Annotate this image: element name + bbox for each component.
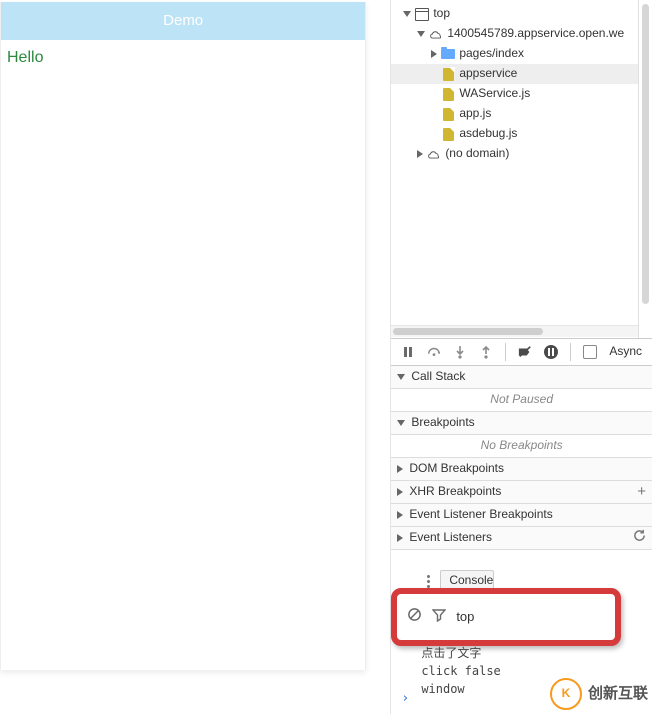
watermark-text: 创新互联	[588, 684, 648, 704]
deactivate-breakpoints-button[interactable]	[518, 345, 532, 359]
highlight-box: top	[391, 588, 621, 646]
separator	[505, 343, 506, 361]
watermark-logo: K	[550, 678, 582, 710]
vertical-scrollbar[interactable]	[638, 0, 652, 338]
refresh-icon[interactable]	[633, 529, 646, 547]
simulator-title: Demo	[163, 11, 203, 31]
drawer-tabbar: Console	[427, 570, 652, 590]
section-label: Breakpoints	[411, 415, 474, 431]
folder-icon	[441, 47, 455, 61]
watermark: K 创新互联	[550, 678, 648, 710]
async-checkbox[interactable]	[583, 345, 597, 359]
step-over-button[interactable]	[427, 345, 441, 359]
console-panel: Console top 点击了文字 click false window	[391, 550, 652, 714]
chevron-right-icon	[417, 150, 423, 158]
not-paused-text: Not Paused	[490, 392, 553, 408]
hello-text[interactable]: Hello	[7, 49, 43, 66]
tree-node-nodomain[interactable]: (no domain)	[391, 144, 652, 164]
horizontal-scrollbar[interactable]	[391, 325, 638, 337]
chevron-right-icon	[397, 488, 403, 496]
event-listener-breakpoints-header[interactable]: Event Listener Breakpoints	[391, 504, 652, 527]
cloud-icon	[429, 27, 443, 41]
simulator-body[interactable]: Hello	[1, 40, 365, 670]
tree-label: 1400545789.appservice.open.we	[447, 26, 624, 42]
devtools: top 1400545789.appservice.open.we pages/…	[390, 0, 652, 714]
callstack-body: Not Paused	[391, 389, 652, 412]
breakpoints-body: No Breakpoints	[391, 435, 652, 458]
separator	[570, 343, 571, 361]
chevron-right-icon	[397, 511, 403, 519]
step-into-button[interactable]	[453, 345, 467, 359]
tree-node-domain[interactable]: 1400545789.appservice.open.we	[391, 24, 652, 44]
tree-node-folder[interactable]: pages/index	[391, 44, 652, 64]
section-label: Event Listener Breakpoints	[409, 507, 552, 523]
dom-breakpoints-header[interactable]: DOM Breakpoints	[391, 458, 652, 481]
add-xhr-breakpoint-button[interactable]: +	[637, 482, 646, 502]
section-label: Call Stack	[411, 369, 465, 385]
file-icon	[441, 67, 455, 81]
tab-console[interactable]: Console	[440, 570, 494, 590]
step-out-button[interactable]	[479, 345, 493, 359]
kebab-menu-icon[interactable]	[427, 575, 430, 588]
tree-node-file[interactable]: asdebug.js	[391, 124, 652, 144]
file-icon	[441, 127, 455, 141]
tree-node-file[interactable]: WAService.js	[391, 84, 652, 104]
tree-node-file-selected[interactable]: appservice	[391, 64, 652, 84]
callstack-header[interactable]: Call Stack	[391, 366, 652, 389]
async-label: Async	[609, 344, 642, 360]
section-label: XHR Breakpoints	[409, 484, 501, 500]
simulator: Demo Hello	[0, 2, 366, 670]
window-icon	[415, 7, 429, 21]
chevron-right-icon	[431, 50, 437, 58]
file-icon	[441, 87, 455, 101]
tree-label: top	[433, 6, 450, 22]
chevron-down-icon	[397, 374, 405, 380]
chevron-down-icon	[403, 11, 411, 17]
no-breakpoints-text: No Breakpoints	[481, 438, 563, 454]
file-icon	[441, 107, 455, 121]
console-prompt[interactable]: ›	[401, 691, 409, 708]
tree-label: (no domain)	[445, 146, 509, 162]
breakpoints-header[interactable]: Breakpoints	[391, 412, 652, 435]
pause-button[interactable]	[401, 345, 415, 359]
chevron-right-icon	[397, 534, 403, 542]
debugger-toolbar: Async	[391, 339, 652, 366]
tree-label: asdebug.js	[459, 126, 517, 142]
tree-label: appservice	[459, 66, 517, 82]
context-selector[interactable]: top	[456, 609, 474, 626]
cloud-icon	[427, 147, 441, 161]
tree-label: app.js	[459, 106, 491, 122]
tree-node-file[interactable]: app.js	[391, 104, 652, 124]
simulator-header: Demo	[1, 2, 365, 40]
console-log-line: 点击了文字	[421, 646, 648, 664]
section-label: DOM Breakpoints	[409, 461, 504, 477]
section-label: Event Listeners	[409, 530, 492, 546]
chevron-down-icon	[417, 31, 425, 37]
sources-file-tree: top 1400545789.appservice.open.we pages/…	[391, 0, 652, 339]
clear-console-button[interactable]	[407, 607, 422, 627]
pause-on-exceptions-button[interactable]	[544, 345, 558, 359]
tree-node-top[interactable]: top	[391, 4, 652, 24]
chevron-down-icon	[397, 420, 405, 426]
chevron-right-icon	[397, 465, 403, 473]
event-listeners-header[interactable]: Event Listeners	[391, 527, 652, 550]
debugger-panels: Call Stack Not Paused Breakpoints No Bre…	[391, 366, 652, 550]
tree-label: WAService.js	[459, 86, 530, 102]
xhr-breakpoints-header[interactable]: XHR Breakpoints +	[391, 481, 652, 504]
tree-label: pages/index	[459, 46, 524, 62]
filter-icon[interactable]	[432, 608, 446, 627]
